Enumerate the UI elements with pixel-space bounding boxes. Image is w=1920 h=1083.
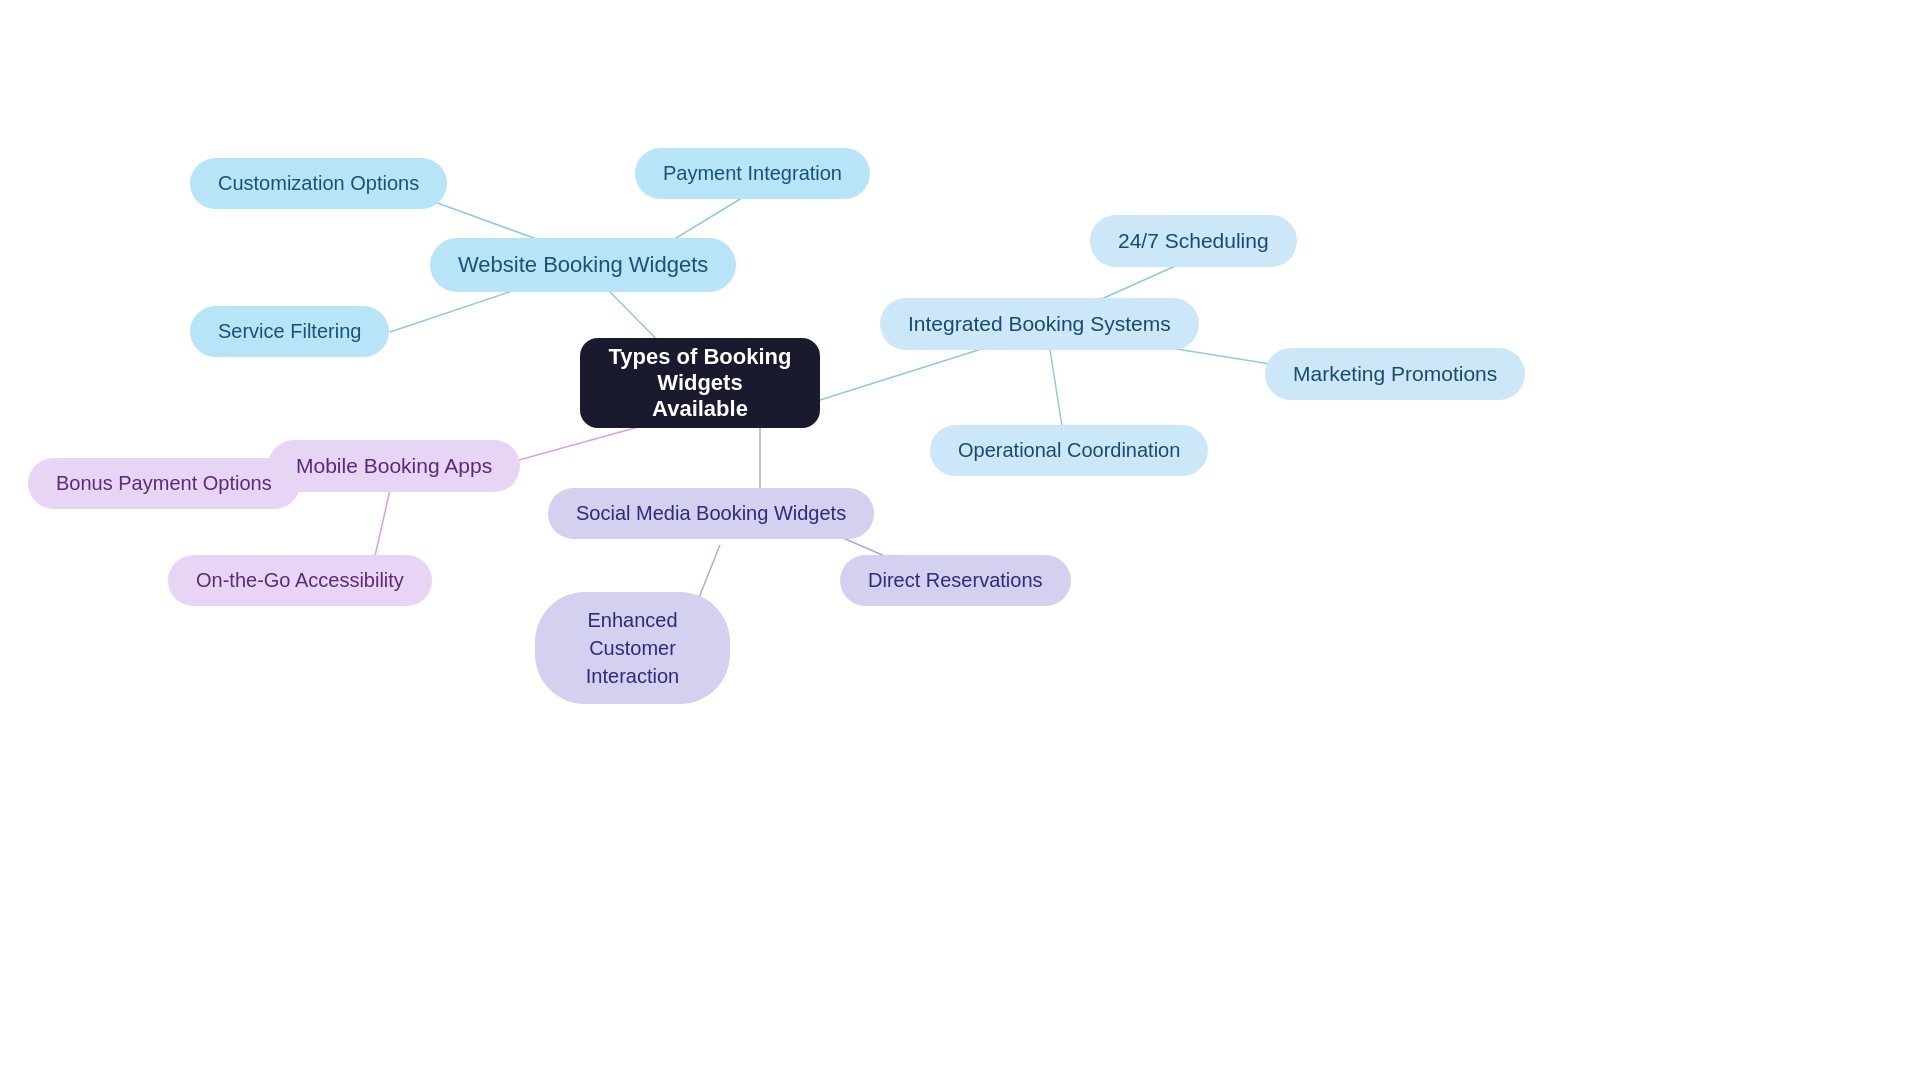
direct-reservations-node[interactable]: Direct Reservations (840, 555, 1071, 606)
customization-options-node[interactable]: Customization Options (190, 158, 447, 209)
operational-coordination-node[interactable]: Operational Coordination (930, 425, 1208, 476)
on-the-go-accessibility-node[interactable]: On-the-Go Accessibility (168, 555, 432, 606)
scheduling-247-node[interactable]: 24/7 Scheduling (1090, 215, 1297, 267)
service-filtering-node[interactable]: Service Filtering (190, 306, 389, 357)
mobile-booking-apps-node[interactable]: Mobile Booking Apps (268, 440, 520, 492)
marketing-promotions-node[interactable]: Marketing Promotions (1265, 348, 1525, 400)
bonus-payment-options-node[interactable]: Bonus Payment Options (28, 458, 300, 509)
social-media-booking-widgets-node[interactable]: Social Media Booking Widgets (548, 488, 874, 539)
center-node[interactable]: Types of Booking Widgets Available (580, 338, 820, 428)
website-booking-widgets-node[interactable]: Website Booking Widgets (430, 238, 736, 292)
payment-integration-node[interactable]: Payment Integration (635, 148, 870, 199)
integrated-booking-systems-node[interactable]: Integrated Booking Systems (880, 298, 1199, 350)
enhanced-customer-interaction-node[interactable]: Enhanced Customer Interaction (535, 592, 730, 704)
